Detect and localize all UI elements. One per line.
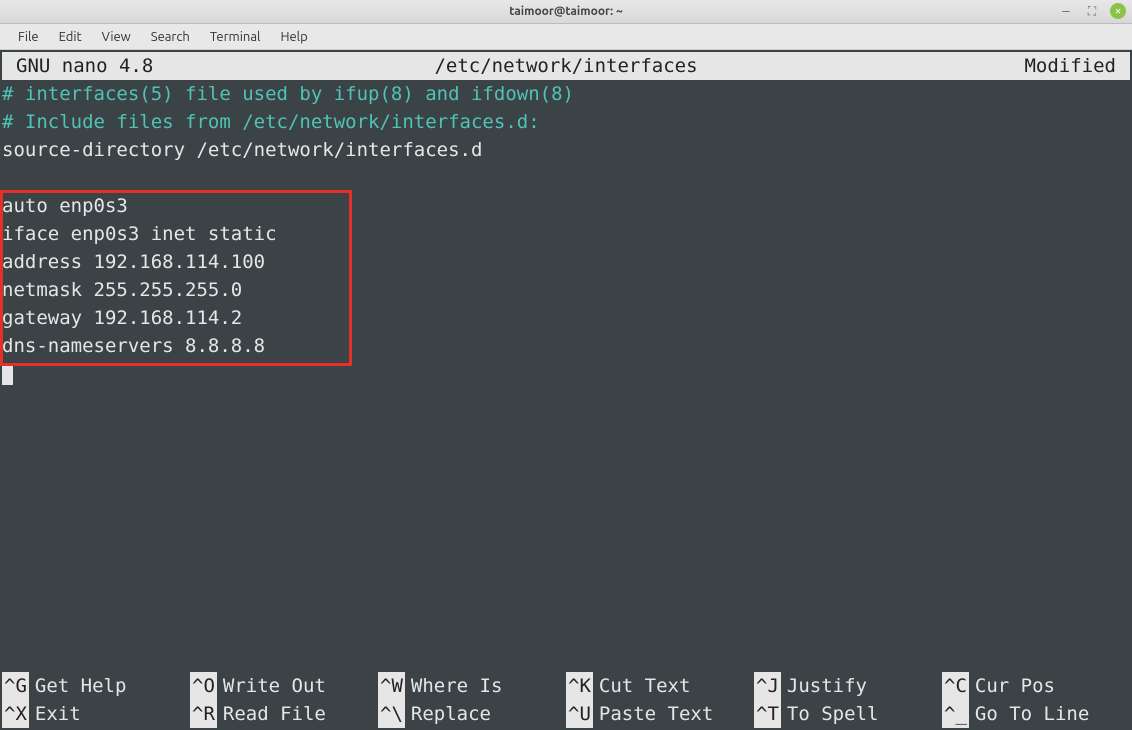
shortcut-read-file[interactable]: ^RRead File: [190, 700, 378, 728]
shortcut-where-is[interactable]: ^WWhere Is: [378, 672, 566, 700]
shortcut-key: ^O: [190, 672, 217, 700]
shortcut-label: Go To Line: [975, 700, 1089, 728]
editor-line: netmask 255.255.255.0: [2, 276, 1130, 304]
menu-edit[interactable]: Edit: [49, 27, 92, 47]
menu-search[interactable]: Search: [141, 27, 200, 47]
editor-line: source-directory /etc/network/interfaces…: [2, 136, 1130, 164]
shortcut-key: ^C: [942, 672, 969, 700]
shortcut-key: ^J: [754, 672, 781, 700]
maximize-button[interactable]: ⛶: [1084, 3, 1100, 19]
editor-cursor-line: [2, 360, 1130, 388]
shortcut-label: Cur Pos: [975, 672, 1055, 700]
terminal[interactable]: GNU nano 4.8 /etc/network/interfaces Mod…: [0, 52, 1132, 730]
window-controls: ‒ ⛶ ✕: [1058, 3, 1126, 19]
shortcut-key: ^T: [754, 700, 781, 728]
shortcut-label: Read File: [223, 700, 326, 728]
shortcut-row: ^GGet Help ^OWrite Out ^WWhere Is ^KCut …: [2, 672, 1130, 700]
shortcut-go-to-line[interactable]: ^_Go To Line: [942, 700, 1130, 728]
shortcut-key: ^\: [378, 700, 405, 728]
shortcut-get-help[interactable]: ^GGet Help: [2, 672, 190, 700]
editor-line: address 192.168.114.100: [2, 248, 1130, 276]
editor-line: iface enp0s3 inet static: [2, 220, 1130, 248]
shortcut-label: Get Help: [35, 672, 127, 700]
cursor-icon: [2, 363, 13, 385]
shortcut-label: To Spell: [787, 700, 879, 728]
nano-status: Modified: [1024, 52, 1116, 80]
shortcut-row: ^XExit ^RRead File ^\Replace ^UPaste Tex…: [2, 700, 1130, 728]
shortcut-key: ^G: [2, 672, 29, 700]
menu-view[interactable]: View: [92, 27, 141, 47]
shortcut-label: Paste Text: [599, 700, 713, 728]
editor-body[interactable]: # interfaces(5) file used by ifup(8) and…: [0, 80, 1132, 388]
shortcut-replace[interactable]: ^\Replace: [378, 700, 566, 728]
shortcut-label: Where Is: [411, 672, 503, 700]
shortcut-exit[interactable]: ^XExit: [2, 700, 190, 728]
shortcut-label: Replace: [411, 700, 491, 728]
nano-header: GNU nano 4.8 /etc/network/interfaces Mod…: [2, 52, 1130, 80]
shortcut-key: ^U: [566, 700, 593, 728]
shortcut-write-out[interactable]: ^OWrite Out: [190, 672, 378, 700]
shortcut-key: ^X: [2, 700, 29, 728]
close-button[interactable]: ✕: [1110, 3, 1126, 19]
shortcut-key: ^K: [566, 672, 593, 700]
shortcut-cut-text[interactable]: ^KCut Text: [566, 672, 754, 700]
shortcut-to-spell[interactable]: ^TTo Spell: [754, 700, 942, 728]
menu-file[interactable]: File: [8, 27, 49, 47]
minimize-button[interactable]: ‒: [1058, 3, 1074, 19]
shortcut-label: Exit: [35, 700, 81, 728]
shortcut-key: ^W: [378, 672, 405, 700]
editor-line: auto enp0s3: [2, 192, 1130, 220]
shortcut-cur-pos[interactable]: ^CCur Pos: [942, 672, 1130, 700]
shortcut-label: Cut Text: [599, 672, 691, 700]
editor-line-comment: # interfaces(5) file used by ifup(8) and…: [2, 80, 1130, 108]
shortcut-key: ^_: [942, 700, 969, 728]
window-title: taimoor@taimoor: ~: [509, 5, 622, 18]
menubar: File Edit View Search Terminal Help: [0, 24, 1132, 50]
shortcut-label: Write Out: [223, 672, 326, 700]
nano-shortcuts: ^GGet Help ^OWrite Out ^WWhere Is ^KCut …: [2, 672, 1130, 728]
editor-line-blank: [2, 164, 1130, 192]
nano-app-name: GNU nano 4.8: [16, 52, 153, 80]
menu-terminal[interactable]: Terminal: [200, 27, 271, 47]
editor-line: gateway 192.168.114.2: [2, 304, 1130, 332]
shortcut-paste-text[interactable]: ^UPaste Text: [566, 700, 754, 728]
editor-line: dns-nameservers 8.8.8.8: [2, 332, 1130, 360]
window-titlebar: taimoor@taimoor: ~ ‒ ⛶ ✕: [0, 0, 1132, 24]
nano-file-path: /etc/network/interfaces: [434, 52, 697, 80]
shortcut-label: Justify: [787, 672, 867, 700]
menu-help[interactable]: Help: [270, 27, 317, 47]
editor-line-comment: # Include files from /etc/network/interf…: [2, 108, 1130, 136]
shortcut-justify[interactable]: ^JJustify: [754, 672, 942, 700]
shortcut-key: ^R: [190, 700, 217, 728]
